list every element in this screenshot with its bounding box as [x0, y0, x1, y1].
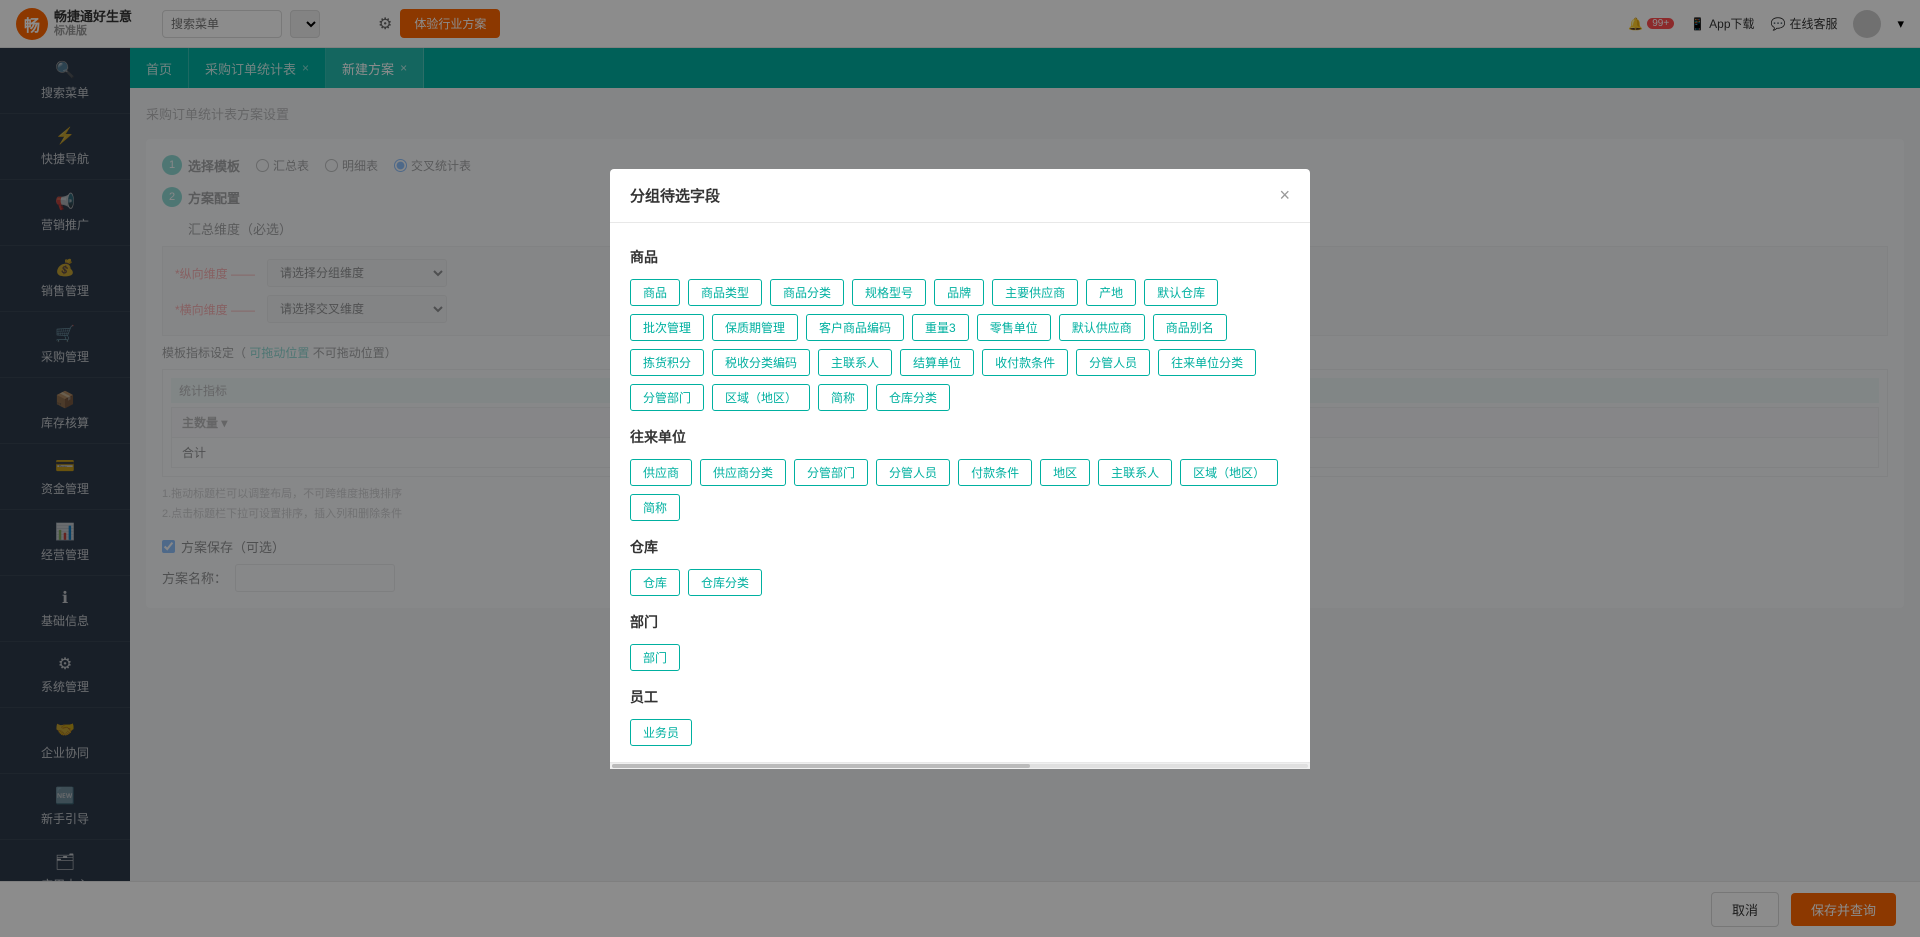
field-chip[interactable]: 分管部门 [794, 459, 868, 486]
field-chip[interactable]: 往来单位分类 [1158, 349, 1256, 376]
modal-scroll-bottom[interactable] [610, 762, 1310, 769]
field-chip[interactable]: 简称 [818, 384, 868, 411]
field-chip[interactable]: 区域（地区） [712, 384, 810, 411]
field-chip[interactable]: 商品别名 [1153, 314, 1227, 341]
field-chip[interactable]: 地区 [1040, 459, 1090, 486]
section-title-product: 商品 [630, 247, 1290, 267]
field-chip[interactable]: 供应商 [630, 459, 692, 486]
field-chip[interactable]: 客户商品编码 [806, 314, 904, 341]
field-chip[interactable]: 商品类型 [688, 279, 762, 306]
field-chip[interactable]: 税收分类编码 [712, 349, 810, 376]
field-chip[interactable]: 分管人员 [1076, 349, 1150, 376]
field-chip[interactable]: 重量3 [912, 314, 969, 341]
field-chip[interactable]: 品牌 [934, 279, 984, 306]
field-chip[interactable]: 规格型号 [852, 279, 926, 306]
field-chip[interactable]: 默认供应商 [1059, 314, 1145, 341]
field-grid-warehouse: 仓库 仓库分类 [630, 569, 1290, 596]
field-chip[interactable]: 产地 [1086, 279, 1136, 306]
field-chip[interactable]: 拣货积分 [630, 349, 704, 376]
field-chip[interactable]: 部门 [630, 644, 680, 671]
field-chip[interactable]: 商品分类 [770, 279, 844, 306]
field-grid-counterpart: 供应商 供应商分类 分管部门 分管人员 付款条件 地区 主联系人 区域（地区） … [630, 459, 1290, 521]
field-chip[interactable]: 默认仓库 [1144, 279, 1218, 306]
section-title-counterpart: 往来单位 [630, 427, 1290, 447]
field-chip[interactable]: 简称 [630, 494, 680, 521]
section-title-dept: 部门 [630, 612, 1290, 632]
modal-header: 分组待选字段 × [610, 169, 1310, 223]
modal-overlay: 分组待选字段 × 商品 商品 商品类型 商品分类 规格型号 品牌 主要供应商 产… [0, 0, 1920, 937]
field-chip[interactable]: 主联系人 [1098, 459, 1172, 486]
field-chip[interactable]: 付款条件 [958, 459, 1032, 486]
field-chip[interactable]: 仓库 [630, 569, 680, 596]
field-chip[interactable]: 批次管理 [630, 314, 704, 341]
modal-close-btn[interactable]: × [1279, 186, 1290, 204]
modal-body[interactable]: 商品 商品 商品类型 商品分类 规格型号 品牌 主要供应商 产地 默认仓库 批次… [610, 223, 1310, 762]
field-select-modal: 分组待选字段 × 商品 商品 商品类型 商品分类 规格型号 品牌 主要供应商 产… [610, 169, 1310, 769]
field-chip[interactable]: 分管人员 [876, 459, 950, 486]
field-chip[interactable]: 零售单位 [977, 314, 1051, 341]
field-chip[interactable]: 收付款条件 [982, 349, 1068, 376]
field-chip[interactable]: 分管部门 [630, 384, 704, 411]
field-chip[interactable]: 主要供应商 [992, 279, 1078, 306]
section-title-warehouse: 仓库 [630, 537, 1290, 557]
field-chip[interactable]: 仓库分类 [688, 569, 762, 596]
field-chip[interactable]: 区域（地区） [1180, 459, 1278, 486]
field-chip[interactable]: 供应商分类 [700, 459, 786, 486]
modal-title: 分组待选字段 [630, 185, 720, 206]
field-chip[interactable]: 保质期管理 [712, 314, 798, 341]
field-chip[interactable]: 结算单位 [900, 349, 974, 376]
field-grid-dept: 部门 [630, 644, 1290, 671]
field-grid-staff: 业务员 [630, 719, 1290, 746]
field-chip[interactable]: 业务员 [630, 719, 692, 746]
field-grid-product: 商品 商品类型 商品分类 规格型号 品牌 主要供应商 产地 默认仓库 批次管理 … [630, 279, 1290, 411]
field-chip[interactable]: 仓库分类 [876, 384, 950, 411]
section-title-staff: 员工 [630, 687, 1290, 707]
field-chip[interactable]: 商品 [630, 279, 680, 306]
field-chip[interactable]: 主联系人 [818, 349, 892, 376]
